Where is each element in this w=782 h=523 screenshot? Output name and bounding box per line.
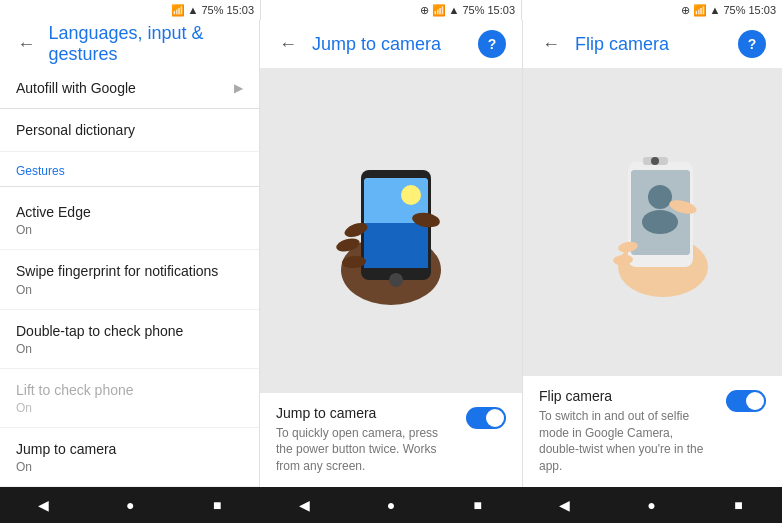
chevron-right-icon: ▶ bbox=[234, 81, 243, 95]
battery-right: 75% bbox=[723, 4, 745, 16]
wifi-icon-mid: ▲ bbox=[449, 4, 460, 16]
status-bar-right: ⊕ 📶 ▲ 75% 15:03 bbox=[522, 0, 782, 20]
flip-camera-feature-text: Flip camera To switch in and out of self… bbox=[539, 388, 714, 475]
right-header: ← Flip camera ? bbox=[523, 20, 782, 68]
right-panel: ← Flip camera ? bbox=[522, 20, 782, 487]
jump-camera-status: On bbox=[16, 460, 243, 474]
middle-panel: ← Jump to camera ? bbox=[260, 20, 522, 487]
list-item-active-edge[interactable]: Active Edge On bbox=[0, 191, 259, 250]
middle-panel-title: Jump to camera bbox=[312, 34, 478, 55]
middle-help-button[interactable]: ? bbox=[478, 30, 506, 58]
nav-home-left[interactable]: ● bbox=[110, 487, 150, 523]
time-right: 15:03 bbox=[748, 4, 776, 16]
list-item-double-tap[interactable]: Double-tap to check phone On bbox=[0, 310, 259, 369]
flip-camera-toggle[interactable] bbox=[726, 390, 766, 412]
jump-camera-toggle[interactable] bbox=[466, 407, 506, 429]
left-panel-list: Autofill with Google ▶ Personal dictiona… bbox=[0, 68, 259, 487]
nav-recents-left[interactable]: ■ bbox=[197, 487, 237, 523]
nav-home-mid[interactable]: ● bbox=[371, 487, 411, 523]
right-back-button[interactable]: ← bbox=[539, 32, 563, 56]
battery-left: 75% bbox=[201, 4, 223, 16]
flip-camera-feature-row: Flip camera To switch in and out of self… bbox=[539, 388, 766, 475]
navigation-bar: ◀ ● ■ ◀ ● ■ ◀ ● ■ bbox=[0, 487, 782, 523]
time-left: 15:03 bbox=[226, 4, 254, 16]
divider bbox=[0, 186, 259, 187]
svg-point-15 bbox=[648, 185, 672, 209]
time-mid: 15:03 bbox=[487, 4, 515, 16]
svg-rect-5 bbox=[364, 223, 428, 268]
svg-point-16 bbox=[642, 210, 678, 234]
jump-camera-feature-name: Jump to camera bbox=[276, 405, 454, 421]
left-panel-header: ← Languages, input & gestures bbox=[0, 20, 259, 68]
status-bars: 📶 ▲ 75% 15:03 ⊕ 📶 ▲ 75% 15:03 ⊕ 📶 ▲ 75% … bbox=[0, 0, 782, 20]
status-bar-left: 📶 ▲ 75% 15:03 bbox=[0, 0, 261, 20]
nav-back-right[interactable]: ◀ bbox=[545, 487, 585, 523]
list-item-personal-dict[interactable]: Personal dictionary bbox=[0, 109, 259, 152]
nav-recents-mid[interactable]: ■ bbox=[458, 487, 498, 523]
nav-back-left[interactable]: ◀ bbox=[23, 487, 63, 523]
active-edge-label: Active Edge bbox=[16, 203, 243, 221]
main-area: ← Languages, input & gestures Autofill w… bbox=[0, 20, 782, 487]
nav-recents-right[interactable]: ■ bbox=[718, 487, 758, 523]
jump-camera-feature-row: Jump to camera To quickly open camera, p… bbox=[276, 405, 506, 475]
sim-icon-mid: 📶 bbox=[432, 4, 446, 17]
gestures-section-label: Gestures bbox=[0, 152, 259, 182]
jump-camera-feature-text: Jump to camera To quickly open camera, p… bbox=[276, 405, 454, 475]
list-item-jump-camera[interactable]: Jump to camera On bbox=[0, 428, 259, 487]
double-tap-label: Double-tap to check phone bbox=[16, 322, 243, 340]
flip-camera-info: Flip camera To switch in and out of self… bbox=[523, 376, 782, 487]
svg-point-6 bbox=[389, 273, 403, 287]
nav-back-mid[interactable]: ◀ bbox=[284, 487, 324, 523]
flip-camera-feature-desc: To switch in and out of selfie mode in G… bbox=[539, 408, 714, 475]
middle-back-button[interactable]: ← bbox=[276, 32, 300, 56]
active-edge-status: On bbox=[16, 223, 243, 237]
notification-icon: ⊕ bbox=[420, 4, 429, 17]
battery-mid: 75% bbox=[462, 4, 484, 16]
sim-icon-left: 📶 bbox=[171, 4, 185, 17]
wifi-icon-right: ▲ bbox=[710, 4, 721, 16]
jump-camera-feature-desc: To quickly open camera, press the power … bbox=[276, 425, 454, 475]
list-item-swipe-fp[interactable]: Swipe fingerprint for notifications On bbox=[0, 250, 259, 309]
middle-header: ← Jump to camera ? bbox=[260, 20, 522, 68]
flip-camera-svg bbox=[588, 142, 718, 302]
double-tap-status: On bbox=[16, 342, 243, 356]
jump-camera-illustration bbox=[260, 68, 522, 393]
status-bar-middle: ⊕ 📶 ▲ 75% 15:03 bbox=[261, 0, 522, 20]
jump-camera-label: Jump to camera bbox=[16, 440, 243, 458]
right-panel-title: Flip camera bbox=[575, 34, 738, 55]
flip-camera-feature-name: Flip camera bbox=[539, 388, 714, 404]
left-back-button[interactable]: ← bbox=[16, 32, 36, 56]
svg-point-18 bbox=[651, 157, 659, 165]
swipe-fp-label: Swipe fingerprint for notifications bbox=[16, 262, 243, 280]
svg-point-4 bbox=[401, 185, 421, 205]
jump-camera-info: Jump to camera To quickly open camera, p… bbox=[260, 393, 522, 487]
notification-icon-right: ⊕ bbox=[681, 4, 690, 17]
lift-check-status: On bbox=[16, 401, 243, 415]
list-item-lift-check: Lift to check phone On bbox=[0, 369, 259, 428]
autofill-label: Autofill with Google bbox=[16, 80, 136, 96]
sim-icon-right: 📶 bbox=[693, 4, 707, 17]
swipe-fp-status: On bbox=[16, 283, 243, 297]
jump-camera-svg bbox=[326, 150, 456, 310]
wifi-icon-left: ▲ bbox=[188, 4, 199, 16]
right-help-button[interactable]: ? bbox=[738, 30, 766, 58]
flip-camera-illustration bbox=[523, 68, 782, 376]
left-panel: ← Languages, input & gestures Autofill w… bbox=[0, 20, 260, 487]
left-panel-title: Languages, input & gestures bbox=[48, 23, 243, 65]
nav-home-right[interactable]: ● bbox=[632, 487, 672, 523]
lift-check-label: Lift to check phone bbox=[16, 381, 243, 399]
personal-dict-label: Personal dictionary bbox=[16, 121, 243, 139]
list-item-autofill[interactable]: Autofill with Google ▶ bbox=[0, 68, 259, 109]
